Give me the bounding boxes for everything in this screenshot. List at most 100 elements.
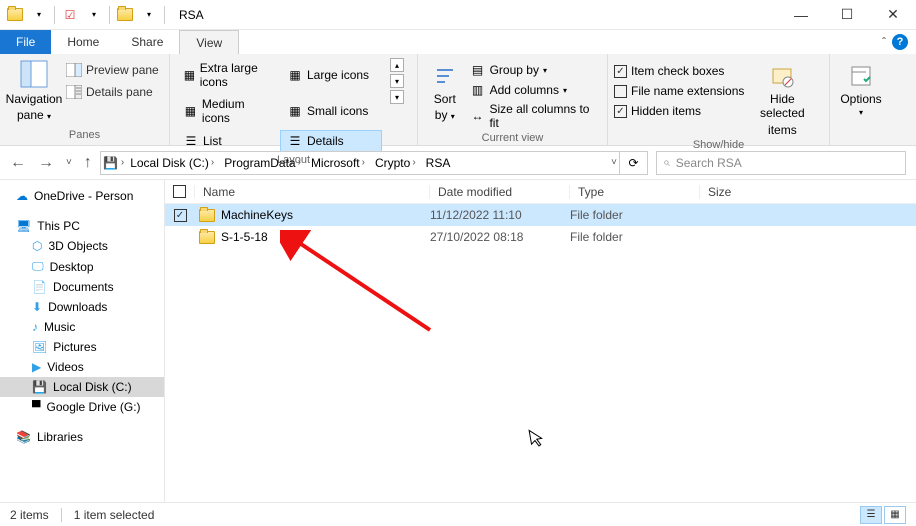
details-button[interactable]: ☰Details [280,130,382,152]
address-bar[interactable]: 💾 › Local Disk (C:) › ProgramData › Micr… [100,151,620,175]
details-icon: ☰ [287,133,303,149]
options-icon [847,62,875,90]
file-type: File folder [570,230,700,244]
desktop-icon: 🖵 [32,259,44,274]
share-tab[interactable]: Share [115,30,179,54]
date-header[interactable]: Date modified [430,185,570,199]
medium-icons-button[interactable]: ▦Medium icons [176,94,278,128]
maximize-button[interactable]: ☐ [824,0,870,30]
tree-this-pc[interactable]: 🖥This PC [0,216,164,236]
tree-local-disk[interactable]: 💾Local Disk (C:) [0,377,164,397]
grid-icon: ▦ [183,67,196,83]
group-by-button[interactable]: ▤Group by ▾ [470,62,601,78]
item-check-boxes-toggle[interactable]: Item check boxes [614,64,744,78]
view-tab[interactable]: View [179,30,239,54]
breadcrumb-segment[interactable]: Microsoft › [307,156,369,170]
list-button[interactable]: ☰List [176,130,278,152]
chevron-right-icon[interactable]: › [121,157,124,168]
folder-icon [199,209,215,222]
tree-pictures[interactable]: 🖼Pictures [0,337,164,357]
qat-dropdown3-icon[interactable]: ▾ [138,4,160,26]
options-button[interactable]: Options ▾ [836,58,886,118]
file-tab[interactable]: File [0,30,51,54]
address-dropdown[interactable]: ˅ [611,157,617,168]
status-bar: 2 items 1 item selected ☰ ▦ [0,502,916,526]
breadcrumb-segment[interactable]: ProgramData › [220,156,305,170]
tree-documents[interactable]: 📄Documents [0,277,164,297]
type-header[interactable]: Type [570,185,700,199]
grid-icon: ▦ [183,103,198,119]
sort-by-button[interactable]: Sort by ▾ [424,58,466,123]
name-header[interactable]: Name [195,185,430,199]
cloud-icon: ☁ [16,189,28,203]
qat-dropdown2-icon[interactable]: ▾ [83,4,105,26]
breadcrumb-segment[interactable]: RSA [422,156,455,170]
home-tab[interactable]: Home [51,30,115,54]
options-group: Options ▾ [830,54,916,145]
checkbox-icon[interactable] [174,209,187,222]
layout-more-button[interactable]: ▾ [390,90,404,104]
file-name: S-1-5-18 [221,230,268,244]
file-name-extensions-toggle[interactable]: File name extensions [614,84,744,98]
pictures-icon: 🖼 [32,340,47,354]
tree-music[interactable]: ♪Music [0,317,164,337]
properties-icon[interactable]: ☑ [59,4,81,26]
folder2-icon [114,4,136,26]
checkbox-header[interactable] [165,185,195,198]
grid-icon: ▦ [287,67,303,83]
tree-3d-objects[interactable]: ⬡3D Objects [0,236,164,256]
disk-icon: 💾 [32,380,47,394]
checkbox-icon [614,105,627,118]
navigation-pane-button[interactable]: Navigation pane ▾ [6,58,62,123]
library-icon: 📚 [16,430,31,444]
file-row[interactable]: MachineKeys 11/12/2022 11:10 File folder [165,204,916,226]
small-icons-button[interactable]: ▦Small icons [280,94,382,128]
tree-videos[interactable]: ▶Videos [0,357,164,377]
layout-scroll: ▴ ▾ ▾ [386,58,404,104]
hidden-items-toggle[interactable]: Hidden items [614,104,744,118]
details-pane-button[interactable]: Details pane [66,84,159,100]
quick-access-toolbar: ▾ ☑ ▾ ▾ [0,4,171,26]
large-icons-button[interactable]: ▦Large icons [280,58,382,92]
minimize-button[interactable]: — [778,0,824,30]
search-input[interactable]: ⌕ Search RSA [656,151,906,175]
navigation-tree[interactable]: ☁OneDrive - Person 🖥This PC ⬡3D Objects … [0,180,165,502]
hide-selected-button[interactable]: Hide selected items [748,58,816,137]
tree-downloads[interactable]: ⬇Downloads [0,297,164,317]
layout-down-button[interactable]: ▾ [390,74,404,88]
tree-desktop[interactable]: 🖵Desktop [0,256,164,277]
extra-large-icons-button[interactable]: ▦Extra large icons [176,58,278,92]
ribbon: Navigation pane ▾ Preview pane Details p… [0,54,916,146]
file-date: 27/10/2022 08:18 [430,230,570,244]
add-columns-button[interactable]: ▥Add columns ▾ [470,82,601,98]
tree-libraries[interactable]: 📚Libraries [0,427,164,447]
music-icon: ♪ [32,320,38,334]
breadcrumb-segment[interactable]: Crypto › [371,156,420,170]
tree-google-drive[interactable]: ▀Google Drive (G:) [0,397,164,417]
layout-up-button[interactable]: ▴ [390,58,404,72]
collapse-ribbon-icon[interactable]: ˆ [882,35,886,49]
large-view-toggle[interactable]: ▦ [884,506,906,524]
panes-group: Navigation pane ▾ Preview pane Details p… [0,54,170,145]
details-view-toggle[interactable]: ☰ [860,506,882,524]
forward-button[interactable]: → [38,154,54,172]
list-icon: ☰ [183,133,199,149]
size-columns-button[interactable]: ↔Size all columns to fit [470,102,601,130]
hide-icon [768,62,796,90]
back-button[interactable]: ← [10,154,26,172]
file-rows: MachineKeys 11/12/2022 11:10 File folder… [165,204,916,502]
refresh-button[interactable]: ⟳ [620,151,648,175]
file-row[interactable]: S-1-5-18 27/10/2022 08:18 File folder [165,226,916,248]
checkbox-icon [614,65,627,78]
qat-dropdown-icon[interactable]: ▾ [28,4,50,26]
breadcrumb-segment[interactable]: Local Disk (C:) › [126,156,218,170]
drive-icon: 💾 [103,155,119,171]
show-hide-group: Item check boxes File name extensions Hi… [608,54,830,145]
history-dropdown[interactable]: ˅ [66,157,72,168]
close-button[interactable]: ✕ [870,0,916,30]
preview-pane-button[interactable]: Preview pane [66,62,159,78]
size-header[interactable]: Size [700,185,780,199]
up-button[interactable]: ↑ [84,154,92,172]
tree-onedrive[interactable]: ☁OneDrive - Person [0,186,164,206]
help-icon[interactable]: ? [892,34,908,50]
